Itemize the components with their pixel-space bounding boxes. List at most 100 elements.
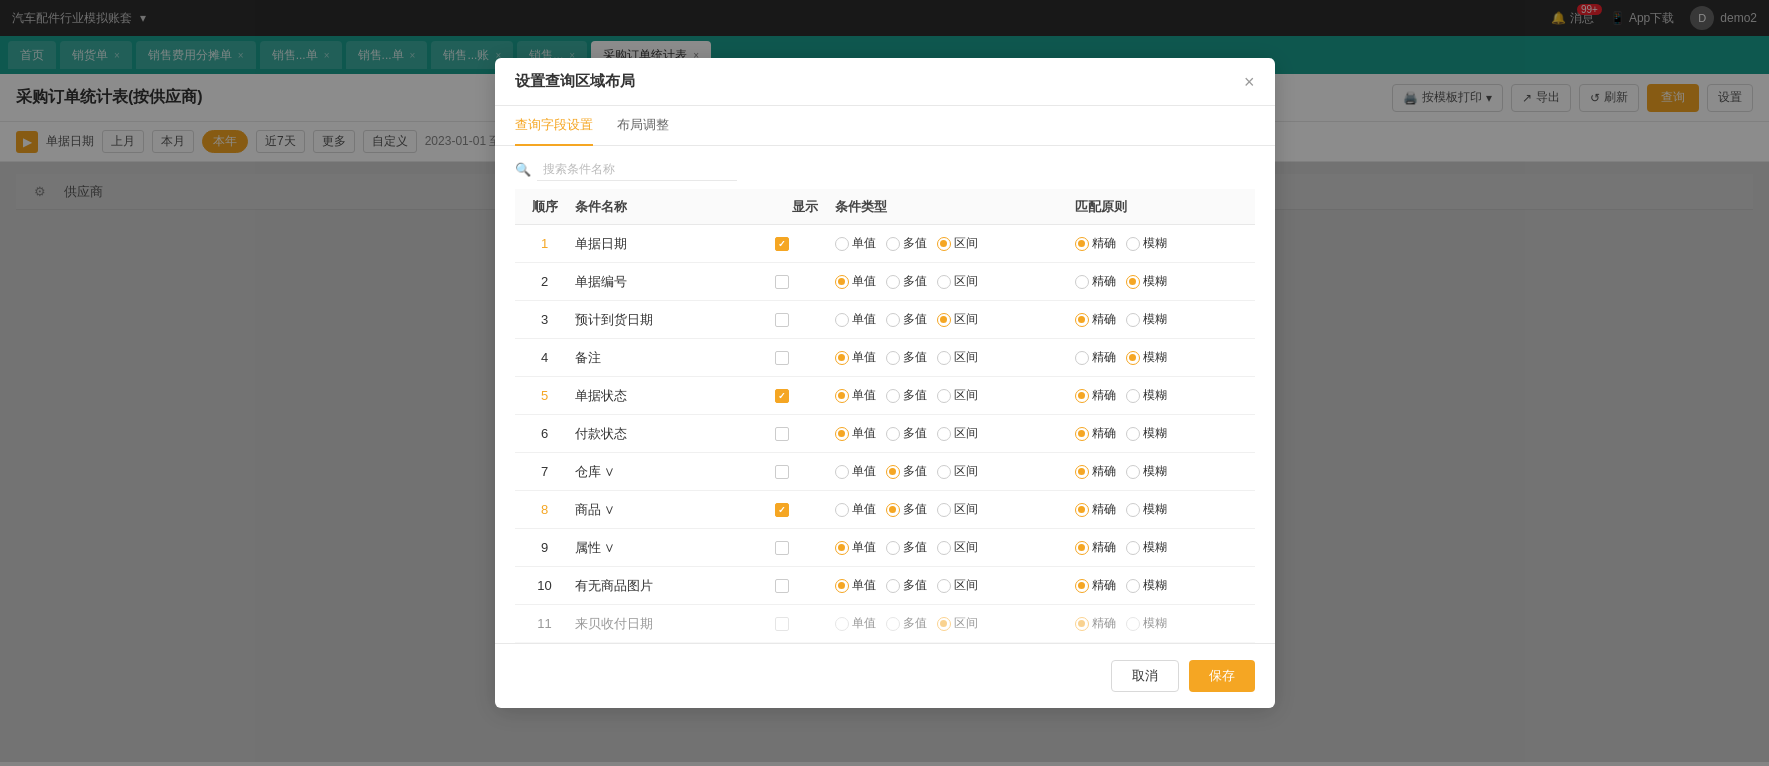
type-single[interactable]: 单值: [835, 577, 876, 594]
row-display-checkbox[interactable]: ✓: [775, 503, 835, 517]
match-exact[interactable]: 精确: [1075, 387, 1116, 404]
search-icon: 🔍: [515, 162, 531, 177]
match-fuzzy[interactable]: 模糊: [1126, 577, 1167, 594]
table-row: 10 有无商品图片 单值 多值 区间 精确 模糊: [515, 567, 1255, 605]
col-order-header: 顺序: [515, 198, 575, 216]
match-fuzzy[interactable]: 模糊: [1126, 387, 1167, 404]
type-single[interactable]: 单值: [835, 273, 876, 290]
match-fuzzy[interactable]: 模糊: [1126, 463, 1167, 480]
type-single[interactable]: 单值: [835, 539, 876, 556]
match-exact[interactable]: 精确: [1075, 349, 1116, 366]
row-display-checkbox[interactable]: [775, 465, 835, 479]
match-exact[interactable]: 精确: [1075, 311, 1116, 328]
row-display-checkbox[interactable]: ✓: [775, 237, 835, 251]
row-match-group: 精确 模糊: [1075, 349, 1275, 366]
match-fuzzy[interactable]: 模糊: [1126, 539, 1167, 556]
match-fuzzy[interactable]: 模糊: [1126, 615, 1167, 632]
row-type-group: 单值 多值 区间: [835, 577, 1075, 594]
type-range[interactable]: 区间: [937, 463, 978, 480]
table-row: 6 付款状态 单值 多值 区间 精确 模糊: [515, 415, 1255, 453]
type-range[interactable]: 区间: [937, 235, 978, 252]
type-multi[interactable]: 多值: [886, 425, 927, 442]
type-range[interactable]: 区间: [937, 349, 978, 366]
row-order: 7: [515, 464, 575, 479]
type-single[interactable]: 单值: [835, 463, 876, 480]
type-multi[interactable]: 多值: [886, 311, 927, 328]
row-order: 9: [515, 540, 575, 555]
search-input[interactable]: [537, 158, 737, 181]
table-row: 4 备注 单值 多值 区间 精确 模糊: [515, 339, 1255, 377]
modal-title: 设置查询区域布局: [515, 72, 635, 91]
table-row: 7 仓库 ∨ 单值 多值 区间 精确 模糊: [515, 453, 1255, 491]
row-display-checkbox[interactable]: [775, 313, 835, 327]
type-single[interactable]: 单值: [835, 501, 876, 518]
table-row: 5 单据状态 ✓ 单值 多值 区间 精确 模糊: [515, 377, 1255, 415]
type-single[interactable]: 单值: [835, 311, 876, 328]
match-fuzzy[interactable]: 模糊: [1126, 235, 1167, 252]
type-range[interactable]: 区间: [937, 387, 978, 404]
table-row: 1 单据日期 ✓ 单值 多值 区间 精确 模糊: [515, 225, 1255, 263]
row-match-group: 精确 模糊: [1075, 501, 1275, 518]
row-display-checkbox[interactable]: [775, 541, 835, 555]
type-multi[interactable]: 多值: [886, 273, 927, 290]
row-display-checkbox[interactable]: ✓: [775, 389, 835, 403]
row-order: 1: [515, 236, 575, 251]
type-multi[interactable]: 多值: [886, 235, 927, 252]
match-exact[interactable]: 精确: [1075, 463, 1116, 480]
type-multi[interactable]: 多值: [886, 349, 927, 366]
save-button[interactable]: 保存: [1189, 660, 1255, 692]
modal-header: 设置查询区域布局 ×: [495, 58, 1275, 106]
type-range[interactable]: 区间: [937, 577, 978, 594]
match-fuzzy[interactable]: 模糊: [1126, 425, 1167, 442]
type-single[interactable]: 单值: [835, 349, 876, 366]
row-order: 8: [515, 502, 575, 517]
match-exact[interactable]: 精确: [1075, 273, 1116, 290]
match-fuzzy[interactable]: 模糊: [1126, 311, 1167, 328]
type-multi[interactable]: 多值: [886, 463, 927, 480]
type-single[interactable]: 单值: [835, 387, 876, 404]
row-display-checkbox[interactable]: [775, 275, 835, 289]
match-fuzzy[interactable]: 模糊: [1126, 273, 1167, 290]
row-type-group: 单值 多值 区间: [835, 463, 1075, 480]
row-name: 付款状态: [575, 425, 775, 443]
row-name: 商品 ∨: [575, 501, 775, 519]
row-display-checkbox[interactable]: [775, 351, 835, 365]
type-range[interactable]: 区间: [937, 615, 978, 632]
type-range[interactable]: 区间: [937, 539, 978, 556]
modal-close-button[interactable]: ×: [1244, 73, 1255, 91]
type-multi[interactable]: 多值: [886, 387, 927, 404]
type-multi[interactable]: 多值: [886, 577, 927, 594]
row-name: 单据编号: [575, 273, 775, 291]
row-name: 单据日期: [575, 235, 775, 253]
type-range[interactable]: 区间: [937, 425, 978, 442]
row-display-checkbox[interactable]: [775, 427, 835, 441]
row-match-group: 精确 模糊: [1075, 311, 1275, 328]
row-display-checkbox[interactable]: [775, 617, 835, 631]
type-multi[interactable]: 多值: [886, 501, 927, 518]
modal-tab-layout[interactable]: 布局调整: [617, 106, 669, 146]
type-multi[interactable]: 多值: [886, 615, 927, 632]
match-fuzzy[interactable]: 模糊: [1126, 501, 1167, 518]
match-exact[interactable]: 精确: [1075, 235, 1116, 252]
type-single[interactable]: 单值: [835, 615, 876, 632]
row-order: 4: [515, 350, 575, 365]
match-exact[interactable]: 精确: [1075, 425, 1116, 442]
type-range[interactable]: 区间: [937, 273, 978, 290]
match-exact[interactable]: 精确: [1075, 615, 1116, 632]
type-single[interactable]: 单值: [835, 425, 876, 442]
type-range[interactable]: 区间: [937, 311, 978, 328]
modal-tab-query-fields[interactable]: 查询字段设置: [515, 106, 593, 146]
cancel-button[interactable]: 取消: [1111, 660, 1179, 692]
row-type-group: 单值 多值 区间: [835, 273, 1075, 290]
type-range[interactable]: 区间: [937, 501, 978, 518]
type-single[interactable]: 单值: [835, 235, 876, 252]
row-name: 仓库 ∨: [575, 463, 775, 481]
row-display-checkbox[interactable]: [775, 579, 835, 593]
modal-tabs: 查询字段设置 布局调整: [495, 106, 1275, 146]
match-exact[interactable]: 精确: [1075, 501, 1116, 518]
type-multi[interactable]: 多值: [886, 539, 927, 556]
modal-table: 顺序 条件名称 显示 条件类型 匹配原则 1 单据日期 ✓ 单值 多值 区间: [495, 189, 1275, 643]
match-exact[interactable]: 精确: [1075, 577, 1116, 594]
match-exact[interactable]: 精确: [1075, 539, 1116, 556]
match-fuzzy[interactable]: 模糊: [1126, 349, 1167, 366]
